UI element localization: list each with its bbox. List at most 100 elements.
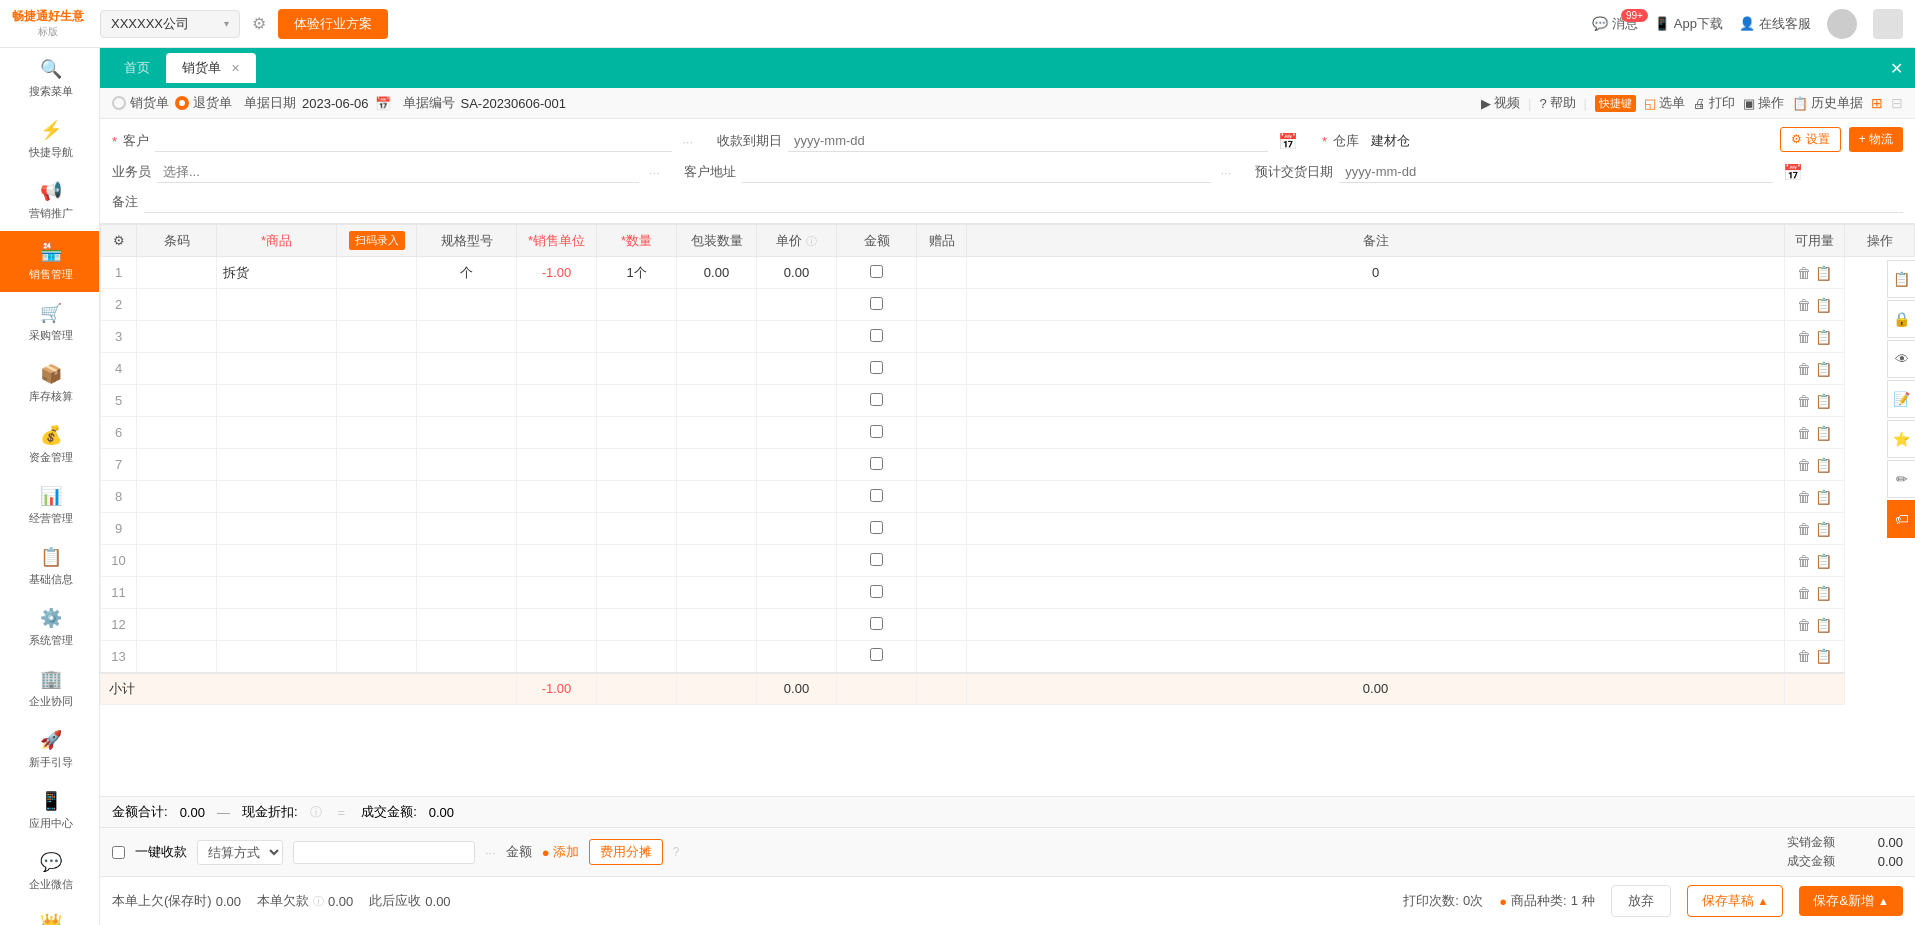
- delete-icon-6[interactable]: 🗑: [1797, 425, 1811, 441]
- float-btn-7-orange[interactable]: 🏷: [1887, 500, 1915, 538]
- addr-dots[interactable]: ···: [1221, 165, 1232, 180]
- sidebar-item-guide[interactable]: 🚀 新手引导: [0, 719, 99, 780]
- customer-input[interactable]: [155, 130, 672, 152]
- row-qty-2[interactable]: [517, 289, 597, 321]
- row-price-3[interactable]: [677, 321, 757, 353]
- row-unit-11[interactable]: [417, 577, 517, 609]
- sidebar-item-inventory[interactable]: 📦 库存核算: [0, 353, 99, 414]
- row-amount-12[interactable]: [757, 609, 837, 641]
- row-gift-7[interactable]: [837, 449, 917, 481]
- delete-icon-12[interactable]: 🗑: [1797, 617, 1811, 633]
- row-product-12[interactable]: [217, 609, 337, 641]
- row-barcode-13[interactable]: [137, 641, 217, 673]
- gift-checkbox-6[interactable]: [870, 425, 883, 438]
- payment-account-input[interactable]: [293, 841, 475, 864]
- row-gift-3[interactable]: [837, 321, 917, 353]
- row-barcode-1[interactable]: [137, 257, 217, 289]
- gift-checkbox-5[interactable]: [870, 393, 883, 406]
- copy-icon-10[interactable]: 📋: [1815, 553, 1832, 569]
- copy-icon-5[interactable]: 📋: [1815, 393, 1832, 409]
- row-pkgqty-13[interactable]: [597, 641, 677, 673]
- copy-icon-12[interactable]: 📋: [1815, 617, 1832, 633]
- row-price-7[interactable]: [677, 449, 757, 481]
- row-price-11[interactable]: [677, 577, 757, 609]
- row-amount-8[interactable]: [757, 481, 837, 513]
- sidebar-item-finance[interactable]: 💰 资金管理: [0, 414, 99, 475]
- shortcut-action[interactable]: 快捷键: [1595, 95, 1636, 112]
- copy-icon-4[interactable]: 📋: [1815, 361, 1832, 377]
- tab-sales-order[interactable]: 销货单 ✕: [166, 53, 256, 83]
- row-qty-3[interactable]: [517, 321, 597, 353]
- row-unit-6[interactable]: [417, 417, 517, 449]
- row-qty-7[interactable]: [517, 449, 597, 481]
- row-unit-12[interactable]: [417, 609, 517, 641]
- radio-sales[interactable]: 销货单: [112, 94, 169, 112]
- delete-icon-13[interactable]: 🗑: [1797, 648, 1811, 664]
- row-spec-10[interactable]: [337, 545, 417, 577]
- row-product-11[interactable]: [217, 577, 337, 609]
- delivery-cal-icon[interactable]: 📅: [1783, 163, 1803, 182]
- messages-button[interactable]: 💬 消息 99+: [1592, 15, 1638, 33]
- row-pkgqty-10[interactable]: [597, 545, 677, 577]
- row-barcode-6[interactable]: [137, 417, 217, 449]
- row-barcode-11[interactable]: [137, 577, 217, 609]
- col-settings[interactable]: ⚙: [101, 225, 137, 257]
- payment-method-select[interactable]: 结算方式: [197, 840, 283, 865]
- row-price-2[interactable]: [677, 289, 757, 321]
- row-amount-3[interactable]: [757, 321, 837, 353]
- copy-icon-1[interactable]: 📋: [1815, 265, 1832, 281]
- row-qty-13[interactable]: [517, 641, 597, 673]
- row-remark-7[interactable]: [917, 449, 967, 481]
- row-pkgqty-3[interactable]: [597, 321, 677, 353]
- row-unit-5[interactable]: [417, 385, 517, 417]
- row-gift-2[interactable]: [837, 289, 917, 321]
- payment-due-input[interactable]: [788, 130, 1268, 152]
- calendar-icon[interactable]: 📅: [375, 96, 391, 111]
- video-action[interactable]: ▶ 视频: [1481, 94, 1520, 112]
- float-btn-3[interactable]: 👁: [1887, 340, 1915, 378]
- discount-help-icon[interactable]: ⓘ: [310, 804, 322, 821]
- salesperson-input[interactable]: [157, 161, 639, 183]
- row-qty-12[interactable]: [517, 609, 597, 641]
- row-gift-13[interactable]: [837, 641, 917, 673]
- row-remark-1[interactable]: [917, 257, 967, 289]
- delete-icon-5[interactable]: 🗑: [1797, 393, 1811, 409]
- row-unit-10[interactable]: [417, 545, 517, 577]
- row-product-1[interactable]: 拆货: [217, 257, 337, 289]
- price-info-icon[interactable]: ⓘ: [806, 235, 817, 247]
- row-pkgqty-1[interactable]: 1个: [597, 257, 677, 289]
- row-remark-10[interactable]: [917, 545, 967, 577]
- gift-checkbox-10[interactable]: [870, 553, 883, 566]
- float-btn-2[interactable]: 🔒: [1887, 300, 1915, 338]
- select-action[interactable]: ◱ 选单: [1644, 94, 1685, 112]
- delivery-date-input[interactable]: [1339, 161, 1773, 183]
- row-pkgqty-9[interactable]: [597, 513, 677, 545]
- row-barcode-12[interactable]: [137, 609, 217, 641]
- row-spec-11[interactable]: [337, 577, 417, 609]
- calendar-icon[interactable]: 📅: [1278, 132, 1298, 151]
- sidebar-item-wechat[interactable]: 💬 企业微信: [0, 841, 99, 902]
- row-remark-9[interactable]: [917, 513, 967, 545]
- scan-barcode-button[interactable]: 扫码录入: [349, 231, 405, 250]
- copy-icon-8[interactable]: 📋: [1815, 489, 1832, 505]
- row-remark-13[interactable]: [917, 641, 967, 673]
- view-toggle2-icon[interactable]: ⊟: [1891, 95, 1903, 111]
- copy-icon-11[interactable]: 📋: [1815, 585, 1832, 601]
- gift-checkbox-2[interactable]: [870, 297, 883, 310]
- row-product-8[interactable]: [217, 481, 337, 513]
- payment-dots[interactable]: ···: [485, 845, 496, 860]
- gift-checkbox-3[interactable]: [870, 329, 883, 342]
- row-product-9[interactable]: [217, 513, 337, 545]
- copy-icon-9[interactable]: 📋: [1815, 521, 1832, 537]
- avatar[interactable]: [1827, 9, 1857, 39]
- radio-return[interactable]: 退货单: [175, 94, 232, 112]
- sidebar-item-apps[interactable]: 📱 应用中心: [0, 780, 99, 841]
- one-click-checkbox[interactable]: [112, 846, 125, 859]
- logistics-button[interactable]: + 物流: [1849, 127, 1903, 152]
- total-debt-help-icon[interactable]: ⓘ: [313, 894, 324, 909]
- row-spec-9[interactable]: [337, 513, 417, 545]
- row-spec-2[interactable]: [337, 289, 417, 321]
- online-service-button[interactable]: 👤 在线客服: [1739, 15, 1811, 33]
- notes-input[interactable]: [144, 191, 1903, 213]
- row-barcode-4[interactable]: [137, 353, 217, 385]
